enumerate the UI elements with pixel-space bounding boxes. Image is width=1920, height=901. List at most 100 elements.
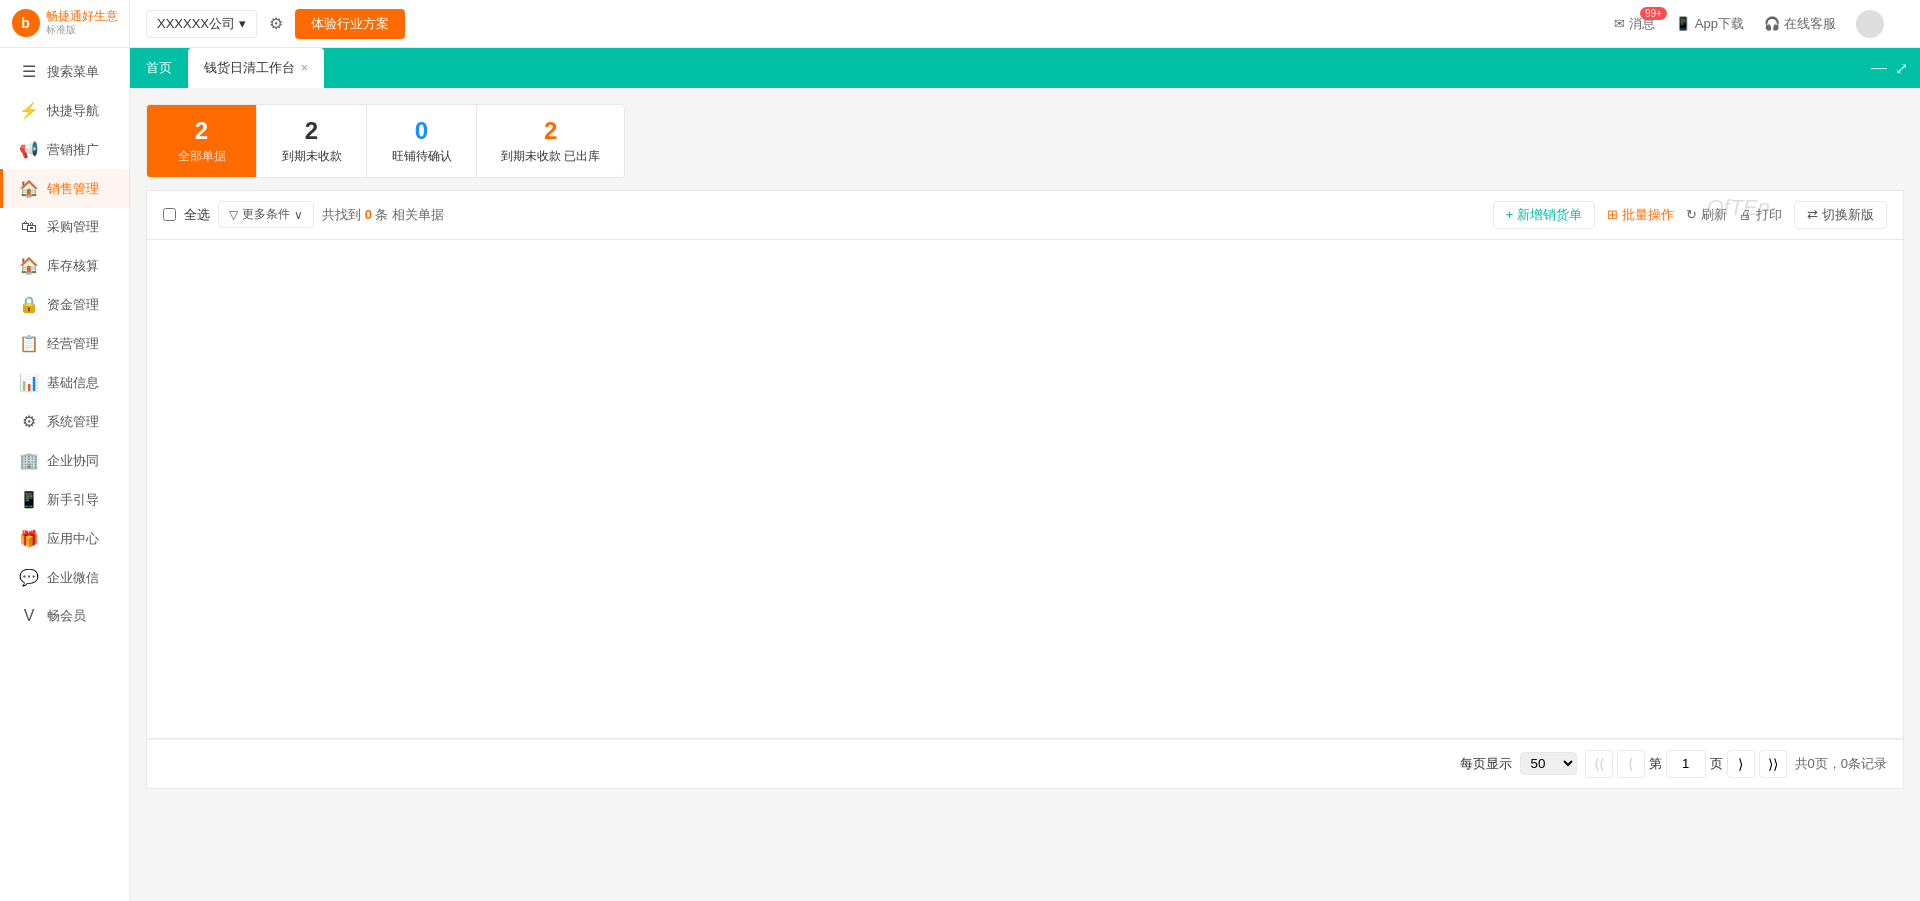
tab-home[interactable]: 首页 [130,48,188,88]
sidebar-item-basic-info[interactable]: 📊 基础信息 [0,363,129,402]
sidebar-icon-search-menu: ☰ [19,62,39,81]
refresh-label: 刷新 [1701,206,1727,224]
trial-button[interactable]: 体验行业方案 [295,9,405,39]
sidebar-item-enterprise-wechat[interactable]: 💬 企业微信 [0,558,129,597]
chevron-down-icon: ▾ [239,16,246,31]
stat-num-overdue-not-shipped: 2 [501,117,600,146]
main-content: 2全部单据2到期未收款0旺铺待确认2到期未收款 已出库 全选 ▽ 更多条件 ∨ … [130,88,1920,901]
company-selector[interactable]: XXXXXX公司 ▾ [146,10,257,38]
toolbar-left: 全选 ▽ 更多条件 ∨ 共找到 0 条 相关单据 [163,201,1485,228]
next-page-button[interactable]: ⟩ [1727,750,1755,778]
refresh-button[interactable]: ↻ 刷新 [1686,206,1727,224]
stat-label-overdue-unpaid: 到期未收款 [281,148,342,165]
page-nav: ⟨⟨ ⟨ 第 页 ⟩ ⟩⟩ [1585,750,1787,778]
tab-bar: 首页 钱货日清工作台 × — ⤢ [130,48,1920,88]
sidebar-label-inventory-calc: 库存核算 [47,257,99,275]
logo-icon: b [12,9,40,37]
sidebar-icon-enterprise-wechat: 💬 [19,568,39,587]
sidebar-label-enterprise-coop: 企业协同 [47,452,99,470]
sidebar-item-fund-mgmt[interactable]: 🔒资金管理 [0,285,129,324]
sidebar-icon-enterprise-coop: 🏢 [19,451,39,470]
tab-close-icon[interactable]: × [301,61,308,75]
last-page-button[interactable]: ⟩⟩ [1759,750,1787,778]
switch-icon: ⇄ [1807,207,1818,222]
sidebar-item-sys-mgmt[interactable]: ⚙系统管理 [0,402,129,441]
service-label: 在线客服 [1784,15,1836,33]
sidebar-label-sales-mgmt: 销售管理 [47,180,99,198]
sidebar-label-basic-info: 基础信息 [47,374,99,392]
sidebar-icon-biz-mgmt: 📋 [19,334,39,353]
filter-chevron-icon: ∨ [294,208,303,222]
app-name: 畅捷通好生意 [46,9,118,23]
switch-version-button[interactable]: ⇄ 切换新版 [1794,201,1887,229]
sidebar-label-marketing: 营销推广 [47,141,99,159]
page-total: 共0页，0条记录 [1795,755,1887,773]
stat-tab-all[interactable]: 2 全部单据 [147,105,257,177]
avatar[interactable] [1856,10,1884,38]
sidebar-label-search-menu: 搜索菜单 [47,63,99,81]
sidebar-item-enterprise-coop[interactable]: 🏢 企业协同 [0,441,129,480]
sidebar-icon-sys-mgmt: ⚙ [19,412,39,431]
sidebar-item-search-menu[interactable]: ☰ 搜索菜单 [0,52,129,91]
logo-text-group: 畅捷通好生意 标准版 [46,9,118,37]
messages-badge: 99+ [1640,7,1667,20]
print-label: 打印 [1756,206,1782,224]
stat-num-all: 2 [171,117,232,146]
page-suffix: 页 [1710,755,1723,773]
filter-button[interactable]: ▽ 更多条件 ∨ [218,201,314,228]
settings-icon[interactable]: ⚙ [269,14,283,33]
first-page-button[interactable]: ⟨⟨ [1585,750,1613,778]
stat-label-pending-confirm: 旺铺待确认 [391,148,452,165]
sidebar-item-newbie-guide[interactable]: 📱新手引导 [0,480,129,519]
sidebar-item-vip-member[interactable]: V畅会员 [0,597,129,635]
switch-label: 切换新版 [1822,206,1874,224]
app-download-button[interactable]: 📱 App下载 [1675,15,1744,33]
sidebar-icon-vip-member: V [19,607,39,625]
sidebar-item-sales-mgmt[interactable]: 🏠 销售管理 [0,169,129,208]
new-sales-order-button[interactable]: + 新增销货单 [1493,201,1595,229]
page-input[interactable] [1666,750,1706,778]
batch-operation-button[interactable]: ⊞ 批量操作 [1607,206,1674,224]
messages-button[interactable]: ✉ 消息 99+ [1614,15,1655,33]
company-name: XXXXXX公司 [157,15,235,33]
sidebar-icon-sales-mgmt: 🏠 [19,179,39,198]
sidebar-icon-quick-nav: ⚡ [19,101,39,120]
prev-page-button[interactable]: ⟨ [1617,750,1645,778]
per-page-select[interactable]: 50 100 200 [1520,752,1577,775]
sidebar-menu: ☰ 搜索菜单 ⚡快捷导航📢营销推广 🏠 销售管理 🛍采购管理 🏠 库存核算 🔒资金管理📋经营管理… [0,48,129,635]
tab-workbench[interactable]: 钱货日清工作台 × [188,48,324,88]
found-text: 共找到 0 条 相关单据 [322,206,444,224]
select-all-checkbox[interactable] [163,208,176,221]
sidebar-label-app-center: 应用中心 [47,530,99,548]
logo-area: b 畅捷通好生意 标准版 [0,0,130,48]
tab-workbench-label: 钱货日清工作台 [204,59,295,77]
stat-tab-overdue-not-shipped[interactable]: 2到期未收款 已出库 [477,105,624,177]
sidebar-icon-fund-mgmt: 🔒 [19,295,39,314]
sidebar-item-biz-mgmt[interactable]: 📋经营管理 [0,324,129,363]
tab-expand-icon[interactable]: ⤢ [1895,59,1908,78]
sidebar-item-marketing[interactable]: 📢营销推广 [0,130,129,169]
sidebar-item-quick-nav[interactable]: ⚡快捷导航 [0,91,129,130]
batch-icon: ⊞ [1607,207,1618,222]
sidebar-icon-basic-info: 📊 [19,373,39,392]
stat-tabs: 2全部单据2到期未收款0旺铺待确认2到期未收款 已出库 [146,104,625,178]
sidebar-item-app-center[interactable]: 🎁应用中心 [0,519,129,558]
per-page-label: 每页显示 [1460,755,1512,773]
batch-label: 批量操作 [1622,206,1674,224]
stat-label-all: 全部单据 [171,148,232,165]
sidebar-item-purchase-mgmt[interactable]: 🛍采购管理 [0,208,129,246]
sidebar-icon-inventory-calc: 🏠 [19,256,39,275]
table-area [146,239,1904,739]
stat-num-pending-confirm: 0 [391,117,452,146]
sidebar-item-inventory-calc[interactable]: 🏠 库存核算 [0,246,129,285]
stat-tab-overdue-unpaid[interactable]: 2到期未收款 [257,105,367,177]
header-right: ✉ 消息 99+ 📱 App下载 🎧 在线客服 [1614,10,1904,38]
print-button[interactable]: 🖨 打印 [1739,206,1782,224]
online-service-button[interactable]: 🎧 在线客服 [1764,15,1836,33]
filter-icon: ▽ [229,208,238,222]
tab-minimize-icon[interactable]: — [1871,59,1887,77]
sidebar-icon-purchase-mgmt: 🛍 [19,218,39,236]
stat-tab-pending-confirm[interactable]: 0 旺铺待确认 [367,105,477,177]
sidebar-label-enterprise-wechat: 企业微信 [47,569,99,587]
sidebar-icon-newbie-guide: 📱 [19,490,39,509]
